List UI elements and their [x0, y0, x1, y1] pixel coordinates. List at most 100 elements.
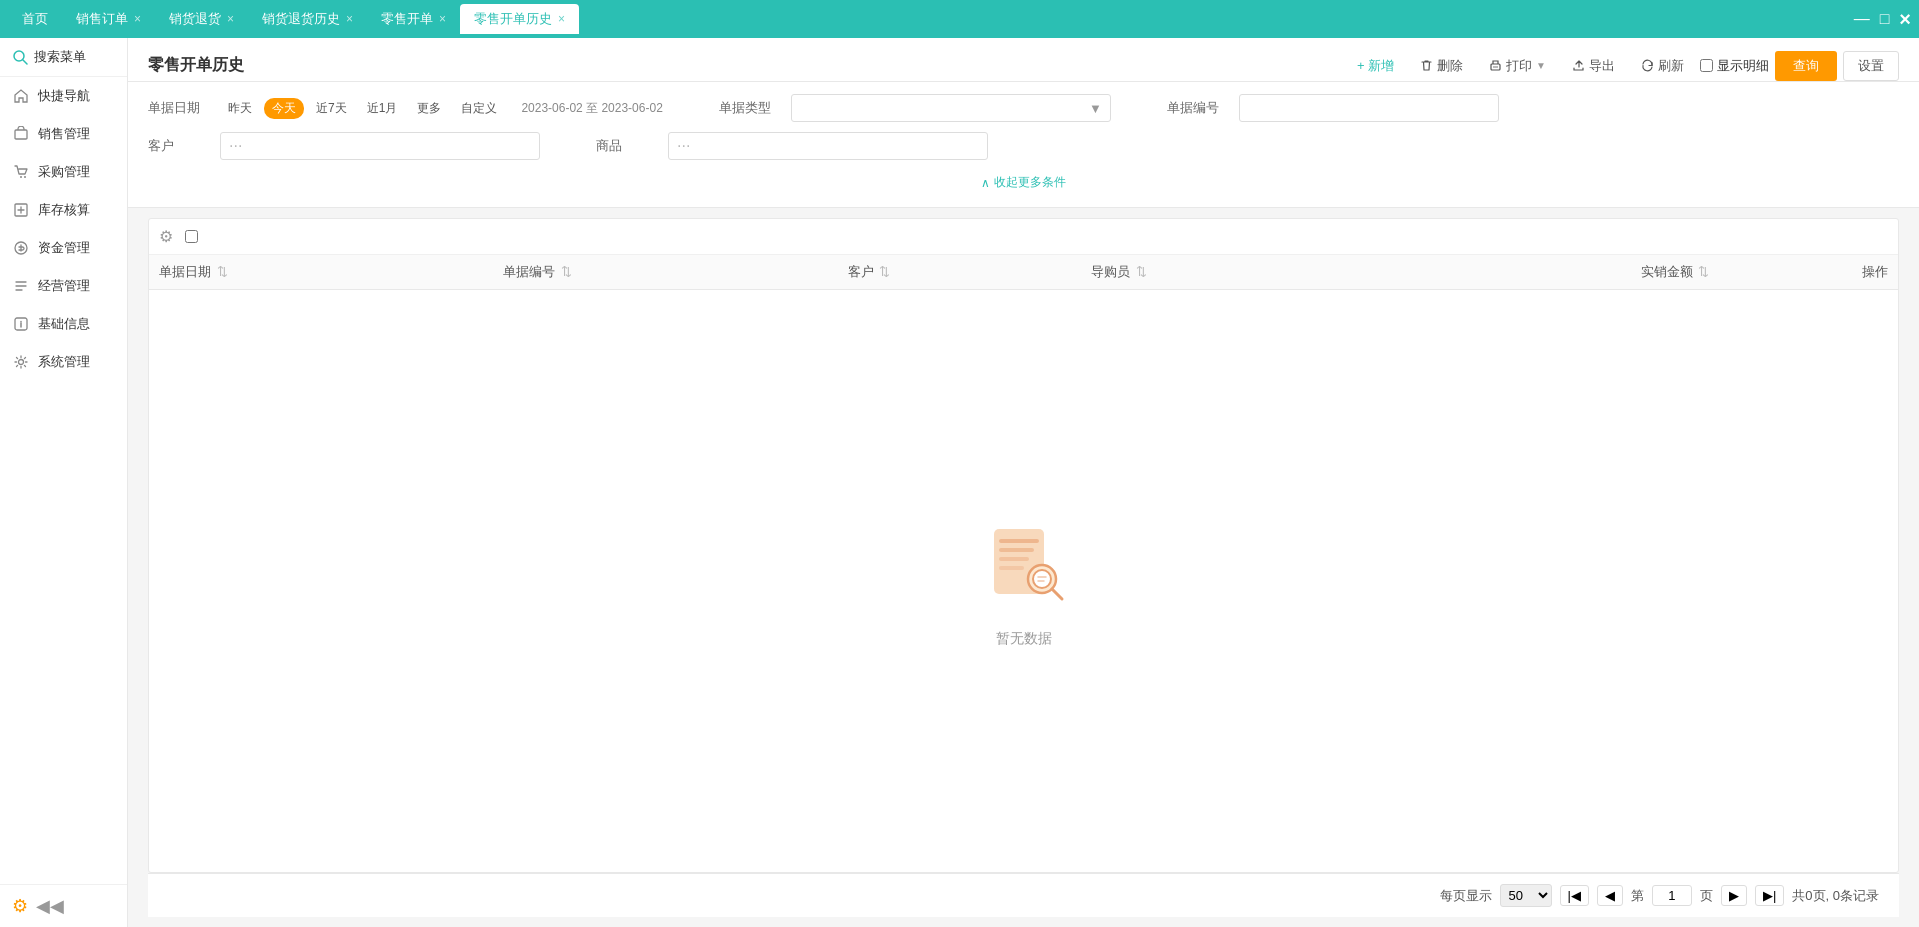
delete-button[interactable]: 删除 — [1410, 53, 1473, 79]
tab-retail-order-close[interactable]: × — [439, 12, 446, 26]
add-button[interactable]: + 新增 — [1347, 53, 1404, 79]
print-button[interactable]: 打印 ▼ — [1479, 53, 1556, 79]
close-btn[interactable]: × — [1899, 8, 1911, 31]
table-container: ⚙ 单据日期 ⇅ 单据编号 ⇅ — [148, 218, 1899, 873]
export-button[interactable]: 导出 — [1562, 53, 1625, 79]
svg-line-18 — [1052, 589, 1062, 599]
chevron-up-icon: ∧ — [981, 176, 990, 190]
sidebar-item-system[interactable]: 系统管理 — [0, 343, 127, 381]
tab-sales-return-label: 销货退货 — [169, 10, 221, 28]
select-all-checkbox[interactable] — [185, 230, 198, 243]
sidebar-collapse-icon[interactable]: ◀◀ — [36, 895, 64, 917]
col-customer[interactable]: 客户 ⇅ — [838, 255, 1081, 290]
table-settings-icon[interactable]: ⚙ — [159, 227, 173, 246]
collapse-filter-btn[interactable]: ∧ 收起更多条件 — [148, 170, 1899, 195]
customer-input[interactable]: ··· — [220, 132, 540, 160]
svg-point-8 — [19, 360, 24, 365]
tab-retail-order-label: 零售开单 — [381, 10, 433, 28]
tab-sales-order[interactable]: 销售订单 × — [62, 4, 155, 34]
empty-state: 暂无数据 — [149, 290, 1898, 872]
print-icon — [1489, 59, 1502, 72]
col-amount[interactable]: 实销金额 ⇅ — [1375, 255, 1719, 290]
sidebar-item-quicknav[interactable]: 快捷导航 — [0, 77, 127, 115]
tab-sales-return-history-close[interactable]: × — [346, 12, 353, 26]
sidebar-item-finance-label: 资金管理 — [38, 239, 90, 257]
svg-rect-13 — [999, 548, 1034, 552]
date-opt-custom[interactable]: 自定义 — [453, 98, 505, 119]
sort-customer-icon: ⇅ — [879, 264, 890, 279]
tab-retail-history-close[interactable]: × — [558, 12, 565, 26]
print-label: 打印 — [1506, 57, 1532, 75]
sidebar-search[interactable]: 搜索菜单 — [0, 38, 127, 77]
minimize-btn[interactable]: — — [1854, 10, 1870, 28]
svg-point-3 — [20, 176, 22, 178]
main-layout: 搜索菜单 快捷导航 销售管理 — [0, 38, 1919, 927]
query-button[interactable]: 查询 — [1775, 51, 1837, 81]
page-suffix: 页 — [1700, 887, 1713, 905]
sidebar-item-system-label: 系统管理 — [38, 353, 90, 371]
next-page-btn[interactable]: ▶ — [1721, 885, 1747, 906]
sort-guide-icon: ⇅ — [1136, 264, 1147, 279]
date-opt-1month[interactable]: 近1月 — [359, 98, 406, 119]
date-filter-label: 单据日期 — [148, 99, 204, 117]
type-select[interactable]: ▼ — [791, 94, 1111, 122]
prev-page-btn[interactable]: ◀ — [1597, 885, 1623, 906]
goods-input[interactable]: ··· — [668, 132, 988, 160]
tab-sales-return-history[interactable]: 销货退货历史 × — [248, 4, 367, 34]
col-action: 操作 — [1719, 255, 1898, 290]
settings-button[interactable]: 设置 — [1843, 51, 1899, 81]
goods-filter-label: 商品 — [596, 137, 652, 155]
display-detail-label: 显示明细 — [1717, 57, 1769, 75]
sidebar-item-management-label: 经营管理 — [38, 277, 90, 295]
first-page-btn[interactable]: |◀ — [1560, 885, 1589, 906]
per-page-select[interactable]: 50 100 200 — [1500, 884, 1552, 907]
last-page-btn[interactable]: ▶| — [1755, 885, 1784, 906]
sidebar-item-sales[interactable]: 销售管理 — [0, 115, 127, 153]
collapse-filter-label: 收起更多条件 — [994, 174, 1066, 191]
empty-text: 暂无数据 — [996, 630, 1052, 648]
tab-retail-history[interactable]: 零售开单历史 × — [460, 4, 579, 34]
tab-retail-history-label: 零售开单历史 — [474, 10, 552, 28]
page-header: 零售开单历史 + 新增 删除 打印 ▼ — [128, 38, 1919, 82]
tab-sales-order-close[interactable]: × — [134, 12, 141, 26]
delete-label: 删除 — [1437, 57, 1463, 75]
table-section: ⚙ 单据日期 ⇅ 单据编号 ⇅ — [128, 208, 1919, 927]
tab-retail-order[interactable]: 零售开单 × — [367, 4, 460, 34]
tab-sales-return[interactable]: 销货退货 × — [155, 4, 248, 34]
date-opt-more[interactable]: 更多 — [409, 98, 449, 119]
col-number[interactable]: 单据编号 ⇅ — [493, 255, 837, 290]
total-label: 共0页, 0条记录 — [1792, 887, 1879, 905]
customer-filter-label: 客户 — [148, 137, 204, 155]
sidebar-item-inventory[interactable]: 库存核算 — [0, 191, 127, 229]
tab-sales-return-close[interactable]: × — [227, 12, 234, 26]
sidebar-item-quicknav-label: 快捷导航 — [38, 87, 90, 105]
svg-rect-15 — [999, 566, 1024, 570]
system-icon — [12, 353, 30, 371]
sidebar-item-management[interactable]: 经营管理 — [0, 267, 127, 305]
date-opt-today[interactable]: 今天 — [264, 98, 304, 119]
per-page-label: 每页显示 — [1440, 887, 1492, 905]
page-input[interactable] — [1652, 885, 1692, 906]
settings-gear-icon[interactable]: ⚙ — [12, 895, 28, 917]
filter-row-2: 客户 ··· 商品 ··· — [148, 132, 1899, 160]
col-guide[interactable]: 导购员 ⇅ — [1081, 255, 1375, 290]
display-detail-toggle[interactable]: 显示明细 — [1700, 57, 1769, 75]
sidebar-item-purchase[interactable]: 采购管理 — [0, 153, 127, 191]
date-range-display: 2023-06-02 至 2023-06-02 — [521, 100, 662, 117]
svg-rect-12 — [999, 539, 1039, 543]
type-select-value — [800, 99, 813, 117]
number-input[interactable] — [1239, 94, 1499, 122]
maximize-btn[interactable]: □ — [1880, 10, 1890, 28]
empty-illustration — [974, 514, 1074, 614]
date-opt-7days[interactable]: 近7天 — [308, 98, 355, 119]
date-opt-yesterday[interactable]: 昨天 — [220, 98, 260, 119]
col-date[interactable]: 单据日期 ⇅ — [149, 255, 493, 290]
tab-home[interactable]: 首页 — [8, 4, 62, 34]
print-chevron-icon[interactable]: ▼ — [1536, 60, 1546, 71]
display-detail-checkbox[interactable] — [1700, 59, 1713, 72]
sidebar-footer: ⚙ ◀◀ — [0, 884, 127, 927]
sidebar-item-baseinfo[interactable]: 基础信息 — [0, 305, 127, 343]
refresh-button[interactable]: 刷新 — [1631, 53, 1694, 79]
sidebar-item-finance[interactable]: 资金管理 — [0, 229, 127, 267]
refresh-icon — [1641, 59, 1654, 72]
